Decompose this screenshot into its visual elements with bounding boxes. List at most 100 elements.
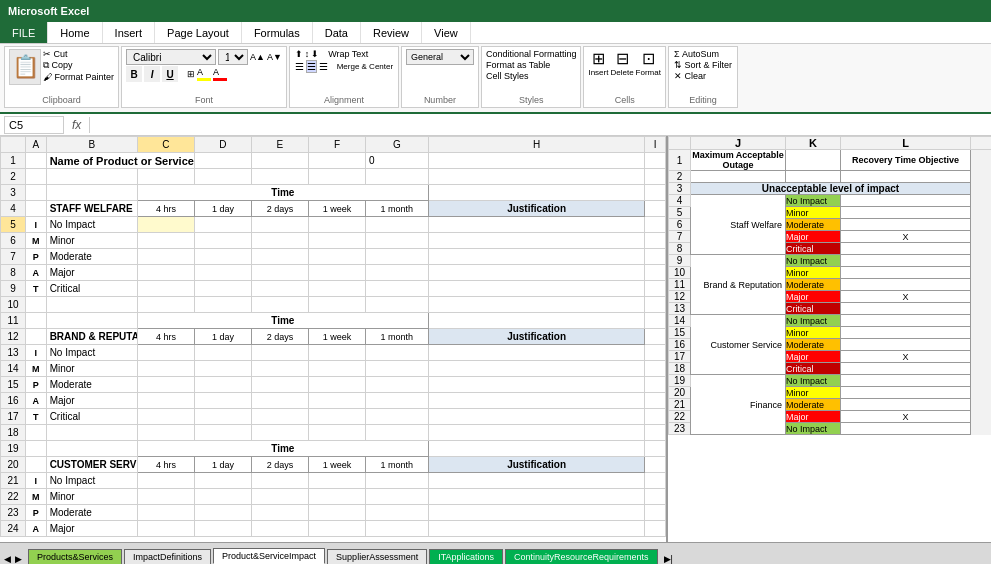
align-top-icon[interactable]: ⬆ (295, 49, 303, 59)
align-right-icon[interactable]: ☰ (319, 61, 328, 72)
paste-button[interactable]: 📋 (9, 49, 41, 85)
tab-insert[interactable]: Insert (103, 22, 156, 43)
cell-g5[interactable] (366, 217, 429, 233)
alignment-label: Alignment (324, 95, 364, 105)
align-bottom-icon[interactable]: ⬇ (311, 49, 319, 59)
tab-file[interactable]: FILE (0, 22, 48, 43)
cell-b1[interactable]: Name of Product or Service (46, 153, 194, 169)
clear-button[interactable]: ✕ Clear (674, 71, 732, 81)
format-as-table-button[interactable]: Format as Table (486, 60, 577, 70)
col-header-b[interactable]: B (46, 137, 137, 153)
wrap-text-button[interactable]: Wrap Text (328, 49, 368, 59)
time-header-3: Time (137, 441, 428, 457)
increase-font-icon[interactable]: A▲ (250, 52, 265, 62)
row-header-12: 12 (1, 329, 26, 345)
copy-button[interactable]: ⧉ Copy (43, 60, 114, 71)
tab-page-layout[interactable]: Page Layout (155, 22, 242, 43)
cell-e1[interactable] (251, 153, 308, 169)
cell-f5[interactable] (308, 217, 365, 233)
tab-impact-definitions[interactable]: ImpactDefinitions (124, 549, 211, 564)
editing-group: Σ AutoSum ⇅ Sort & Filter ✕ Clear Editin… (668, 46, 738, 108)
finance-right-label: Finance (691, 375, 786, 435)
tab-formulas[interactable]: Formulas (242, 22, 313, 43)
cell-f1[interactable] (308, 153, 365, 169)
col-header-e[interactable]: E (251, 137, 308, 153)
ribbon-content: 📋 ✂ Cut ⧉ Copy 🖌 Format Painter Clipboar… (0, 44, 991, 114)
moderate-label-1[interactable]: Moderate (46, 249, 137, 265)
number-format-select[interactable]: General (406, 49, 474, 65)
cell-d1[interactable] (194, 153, 251, 169)
cell-g1[interactable]: 0 (366, 153, 429, 169)
time-col-5: 1 month (366, 201, 429, 217)
tab-product-service-impact[interactable]: Product&ServiceImpact (213, 548, 325, 564)
cut-button[interactable]: ✂ Cut (43, 49, 114, 59)
staff-welfare-title: STAFF WELFARE (46, 201, 137, 217)
cells-label: Cells (615, 95, 635, 105)
underline-button[interactable]: U (162, 66, 178, 82)
cell-h1[interactable] (428, 153, 645, 169)
tab-continuity[interactable]: ContinuityResourceRequirements (505, 549, 658, 564)
scroll-tabs-left[interactable]: ◀ (2, 554, 13, 564)
table-row: 3 Time (1, 185, 666, 201)
cell-styles-button[interactable]: Cell Styles (486, 71, 577, 81)
row-header-3: 3 (1, 185, 26, 201)
table-row: 12 BRAND & REPUTATION 4 hrs 1 day 2 days… (1, 329, 666, 345)
align-center-icon[interactable]: ☰ (306, 60, 317, 73)
cell-a1[interactable] (26, 153, 47, 169)
font-size-select[interactable]: 11 (218, 49, 248, 65)
cell-e5[interactable] (251, 217, 308, 233)
border-icon[interactable]: ⊞ (187, 69, 195, 79)
autosum-button[interactable]: Σ AutoSum (674, 49, 732, 59)
cell-h5[interactable] (428, 217, 645, 233)
cell-d5[interactable] (194, 217, 251, 233)
no-impact-label-1[interactable]: No Impact (46, 217, 137, 233)
decrease-font-icon[interactable]: A▼ (267, 52, 282, 62)
tab-home[interactable]: Home (48, 22, 102, 43)
table-row: 19 Time (1, 441, 666, 457)
font-color-icon[interactable]: A (213, 67, 227, 81)
minor-label-1[interactable]: Minor (46, 233, 137, 249)
align-left-icon[interactable]: ☰ (295, 61, 304, 72)
row-header-13: 13 (1, 345, 26, 361)
tab-data[interactable]: Data (313, 22, 361, 43)
italic-button[interactable]: I (144, 66, 160, 82)
styles-label: Styles (519, 95, 544, 105)
time-header-1: Time (137, 185, 428, 201)
col-header-i[interactable]: I (645, 137, 666, 153)
format-button[interactable]: ⊡ (636, 49, 661, 68)
align-middle-icon[interactable]: ↕ (305, 49, 310, 59)
cell-i1[interactable] (645, 153, 666, 169)
tab-review[interactable]: Review (361, 22, 422, 43)
impact-letter-c1: T (26, 281, 47, 297)
col-header-f[interactable]: F (308, 137, 365, 153)
col-header-g[interactable]: G (366, 137, 429, 153)
fill-color-icon[interactable]: A (197, 67, 211, 81)
col-header-a[interactable]: A (26, 137, 47, 153)
font-family-select[interactable]: Calibri (126, 49, 216, 65)
impact-letter-a1: A (26, 265, 47, 281)
col-header-d[interactable]: D (194, 137, 251, 153)
cell-reference-input[interactable] (4, 116, 64, 134)
col-header-c[interactable]: C (137, 137, 194, 153)
tab-supplier-assessment[interactable]: SupplierAssessment (327, 549, 427, 564)
merge-center-button[interactable]: Merge & Center (337, 62, 393, 71)
critical-label-1[interactable]: Critical (46, 281, 137, 297)
scroll-tabs-right[interactable]: ▶ (13, 554, 24, 564)
table-row: 7 P Moderate (1, 249, 666, 265)
conditional-formatting-button[interactable]: Conditional Formatting (486, 49, 577, 59)
col-header-h[interactable]: H (428, 137, 645, 153)
bold-button[interactable]: B (126, 66, 142, 82)
delete-button[interactable]: ⊟ (610, 49, 633, 68)
formula-input[interactable] (94, 118, 987, 132)
sort-filter-button[interactable]: ⇅ Sort & Filter (674, 60, 732, 70)
tab-it-applications[interactable]: ITApplications (429, 549, 503, 564)
time-col-2: 1 day (194, 201, 251, 217)
insert-button[interactable]: ⊞ (588, 49, 608, 68)
tab-view[interactable]: View (422, 22, 471, 43)
major-label-1[interactable]: Major (46, 265, 137, 281)
format-painter-button[interactable]: 🖌 Format Painter (43, 72, 114, 82)
clipboard-group: 📋 ✂ Cut ⧉ Copy 🖌 Format Painter Clipboar… (4, 46, 119, 108)
tab-products-services[interactable]: Products&Services (28, 549, 122, 564)
scroll-tabs-end[interactable]: ▶| (662, 554, 675, 564)
cell-c5[interactable] (137, 217, 194, 233)
